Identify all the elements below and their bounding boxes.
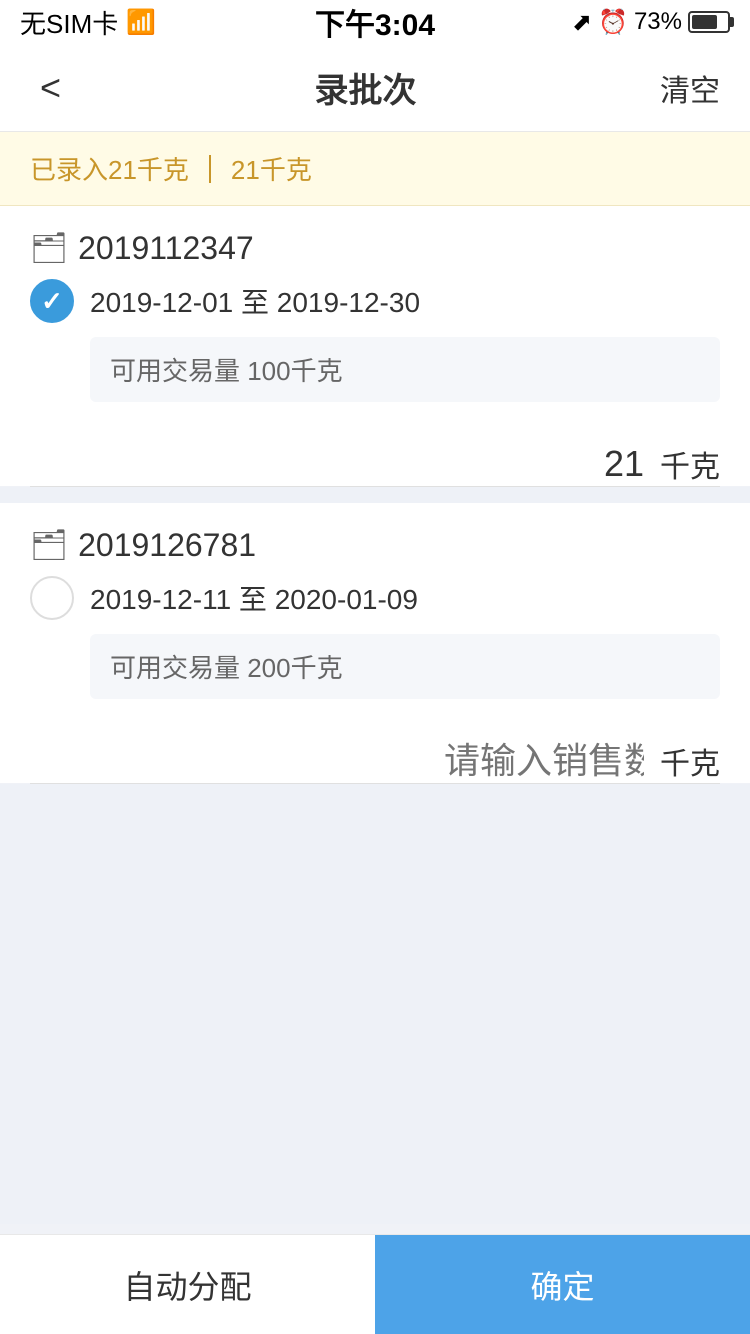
- batch-date-row-2: 2019-12-11 至 2020-01-09: [30, 576, 720, 620]
- radio-btn-2[interactable]: [30, 576, 74, 620]
- wifi-icon: 📶: [126, 8, 156, 37]
- time-label: 下午3:04: [315, 0, 435, 44]
- alarm-icon: ⏰: [598, 8, 628, 37]
- batch-id-icon-2: 🗂: [30, 528, 68, 563]
- summary-label: 已录入21千克: [30, 150, 189, 187]
- page-title: 录批次: [315, 63, 417, 112]
- batch-date-2: 2019-12-11 至 2020-01-09: [90, 578, 418, 618]
- batch-header-2: 🗂 2019126781: [30, 527, 720, 564]
- amount-unit-1: 千克: [660, 442, 720, 486]
- confirm-button[interactable]: 确定: [375, 1235, 750, 1334]
- battery-percent: 73%: [634, 8, 682, 36]
- amount-input-1[interactable]: [444, 443, 644, 485]
- amount-input-2[interactable]: [444, 740, 644, 782]
- avail-box-1: 可用交易量 100千克: [90, 337, 720, 402]
- location-icon: ⬈: [572, 8, 592, 37]
- batch-item-2: 🗂 2019126781 2019-12-11 至 2020-01-09 可用交…: [0, 503, 750, 723]
- batch-header-1: 🗂 2019112347: [30, 230, 720, 267]
- nav-bar: < 录批次 清空: [0, 44, 750, 132]
- summary-bar: 已录入21千克 21千克: [0, 132, 750, 206]
- batch-id-2: 2019126781: [78, 527, 256, 564]
- section-sep: [0, 487, 750, 503]
- status-bar: 无SIM卡 📶 下午3:04 ⬈ ⏰ 73%: [0, 0, 750, 44]
- batch-date-row-1: 2019-12-01 至 2019-12-30: [30, 279, 720, 323]
- carrier-label: 无SIM卡: [20, 4, 118, 41]
- bottom-bar: 自动分配 确定: [0, 1234, 750, 1334]
- back-button[interactable]: <: [30, 57, 71, 119]
- radio-btn-1[interactable]: [30, 279, 74, 323]
- summary-divider: [209, 155, 211, 183]
- amount-row-1: 千克: [0, 426, 750, 486]
- clear-button[interactable]: 清空: [660, 66, 720, 110]
- summary-value: 21千克: [231, 150, 312, 187]
- amount-unit-2: 千克: [660, 739, 720, 783]
- battery-icon: [688, 11, 730, 33]
- auto-distribute-button[interactable]: 自动分配: [0, 1235, 375, 1334]
- batch-id-icon-1: 🗂: [30, 231, 68, 266]
- amount-row-2: 千克: [0, 723, 750, 783]
- bottom-gray-area: [0, 784, 750, 1224]
- avail-box-2: 可用交易量 200千克: [90, 634, 720, 699]
- batch-item-1: 🗂 2019112347 2019-12-01 至 2019-12-30 可用交…: [0, 206, 750, 426]
- batch-date-1: 2019-12-01 至 2019-12-30: [90, 281, 420, 321]
- batch-id-1: 2019112347: [78, 230, 254, 267]
